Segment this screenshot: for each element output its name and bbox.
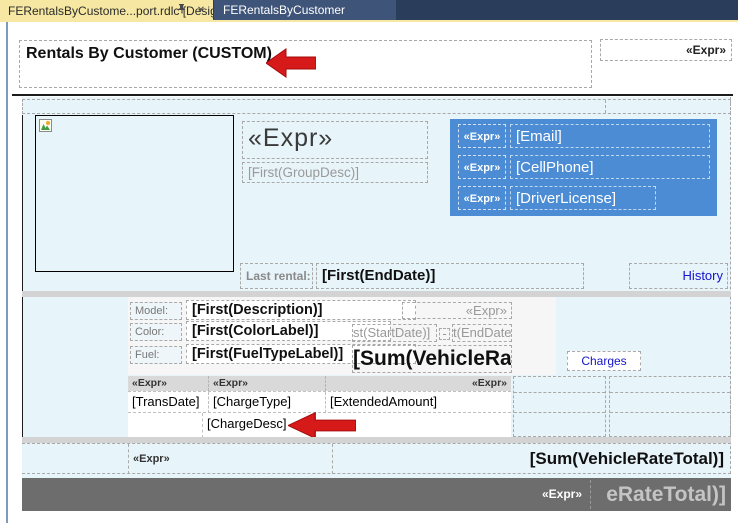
email-label-textbox[interactable]: «Expr» [458,124,506,148]
driverlicense-field-textbox[interactable]: [DriverLicense] [510,186,656,210]
report-designer-window: FERentalsByCustome...port.rdlc [Design] … [0,0,738,523]
contact-panel[interactable]: «Expr» [Email] «Expr» [CellPhone] «Expr»… [450,119,717,216]
guide-divider [128,444,129,474]
transdate-cell[interactable]: [TransDate] [128,392,208,413]
enddate-clipped: t(EndDate)] [453,325,512,340]
group-name-expr: «Expr» [248,124,334,152]
history-link-textbox[interactable]: History [629,263,728,289]
charges-data-row: [TransDate] [ChargeType] [ExtendedAmount… [128,391,511,413]
last-rental-label: Last rental: [246,269,311,283]
fuel-value: [First(FuelTypeLabel)] [192,346,344,362]
email-field: [Email] [516,128,562,145]
tab-ferentalsbycustomer-label: FERentalsByCustomer [223,3,346,17]
charges-link: Charges [581,354,627,368]
driverlicense-label: «Expr» [463,193,501,205]
cellphone-field: [CellPhone] [516,159,594,176]
grand-total-clipped: eRateTotal)] [606,483,726,506]
chargedesc-field: [ChargeDesc] [207,416,287,431]
model-value-textbox[interactable]: [First(Description)] [186,300,416,320]
close-icon[interactable]: ✕ [194,4,208,18]
desc-row-empty-cell[interactable] [128,413,202,438]
footer-expr: «Expr» [133,453,170,465]
email-field-textbox[interactable]: [Email] [510,124,710,148]
group-desc-textbox[interactable]: [First(GroupDesc)] [242,162,428,183]
group-desc: [First(GroupDesc)] [248,165,360,180]
grand-total-bar: «Expr» eRateTotal)] [22,478,731,511]
footer-total-row: «Expr» [Sum(VehicleRateTotal)] [22,443,731,474]
guide-divider [514,392,605,393]
chargedesc-cell[interactable]: [ChargeDesc] [202,413,511,438]
driverlicense-field: [DriverLicense] [516,190,617,207]
charges-header-cell-3[interactable]: «Expr» [325,376,511,391]
charges-header-cell-1[interactable]: «Expr» [128,376,208,391]
page-header-expr: «Expr» [685,43,726,57]
date-separator-textbox[interactable]: - [439,326,450,341]
list-left-border [22,115,23,444]
document-tab-bar: FERentalsByCustome...port.rdlc [Design] … [0,0,738,22]
driverlicense-label-textbox[interactable]: «Expr» [458,186,506,210]
guide-divider [605,100,606,113]
right-guide-column-1 [513,376,606,437]
window-left-edge [6,22,8,523]
charges-link-textbox[interactable]: Charges [567,351,641,371]
fuel-label: Fuel: [135,349,160,361]
model-label: Model: [135,305,169,317]
guide-divider [514,412,605,413]
charges-header-cell-2[interactable]: «Expr» [208,376,325,391]
footer-total-textbox[interactable]: [Sum(VehicleRateTotal)] [442,444,724,474]
customer-image-placeholder[interactable] [35,115,234,272]
fuel-label-textbox[interactable]: Fuel: [130,346,182,364]
annotation-arrow-title [265,46,317,80]
page-header-expr-textbox[interactable]: «Expr» [600,39,732,61]
history-link: History [682,268,723,283]
guide-divider [610,392,730,393]
grand-total-expr-textbox[interactable]: «Expr» [482,478,582,511]
footer-expr-textbox[interactable]: «Expr» [133,444,253,474]
charges-header-expr-1: «Expr» [132,377,168,389]
color-label: Color: [135,326,165,338]
enddate-textbox[interactable]: t(EndDate)] [452,324,512,342]
vehicle-expr: «Expr» [465,303,507,318]
body-top-guide-row [22,99,731,114]
chargetype-field: [ChargeType] [213,394,292,409]
cellphone-field-textbox[interactable]: [CellPhone] [510,155,710,179]
vehicle-rate-sum-textbox[interactable]: [Sum(VehicleRa [352,345,512,373]
startdate-textbox[interactable]: st(StartDate)] [352,324,437,342]
model-value: [First(Description)] [192,302,323,318]
vehicle-rate-sum-clipped: [Sum(VehicleRa [353,347,512,370]
last-rental-value-textbox[interactable]: [First(EndDate)] [316,263,584,289]
last-rental-value: [First(EndDate)] [322,267,436,284]
cellphone-label-textbox[interactable]: «Expr» [458,155,506,179]
guide-divider [590,480,591,509]
group-name-textbox[interactable]: «Expr» [242,121,428,159]
charges-table-header-row: «Expr» «Expr» «Expr» [128,376,511,391]
header-band-separator [12,94,733,96]
footer-total: [Sum(VehicleRateTotal)] [529,449,724,468]
cellphone-label: «Expr» [463,162,501,174]
vehicle-expr-textbox[interactable]: «Expr» [402,302,512,319]
date-separator: - [442,326,447,341]
last-rental-label-textbox[interactable]: Last rental: [240,263,313,289]
startdate-clipped: st(StartDate)] [353,325,431,340]
guide-divider [332,444,333,474]
charges-header-expr-2: «Expr» [213,377,249,389]
image-placeholder-icon [39,119,52,132]
email-label: «Expr» [463,131,501,143]
tab-ferentalsbycustomer[interactable]: FERentalsByCustomer [214,0,396,20]
guide-divider [610,412,730,413]
extendedamount-field: [ExtendedAmount] [330,394,437,409]
grand-total-textbox[interactable]: eRateTotal)] [594,478,726,511]
transdate-field: [TransDate] [132,394,200,409]
tab-rdlc-design[interactable]: FERentalsByCustome...port.rdlc [Design] … [0,0,213,22]
grand-total-expr: «Expr» [541,487,582,501]
color-value: [First(ColorLabel)] [192,323,319,339]
pin-icon[interactable] [175,4,189,18]
right-guide-column-2 [609,376,731,437]
charges-header-expr-3: «Expr» [471,377,507,389]
model-label-textbox[interactable]: Model: [130,302,182,320]
color-label-textbox[interactable]: Color: [130,323,182,341]
